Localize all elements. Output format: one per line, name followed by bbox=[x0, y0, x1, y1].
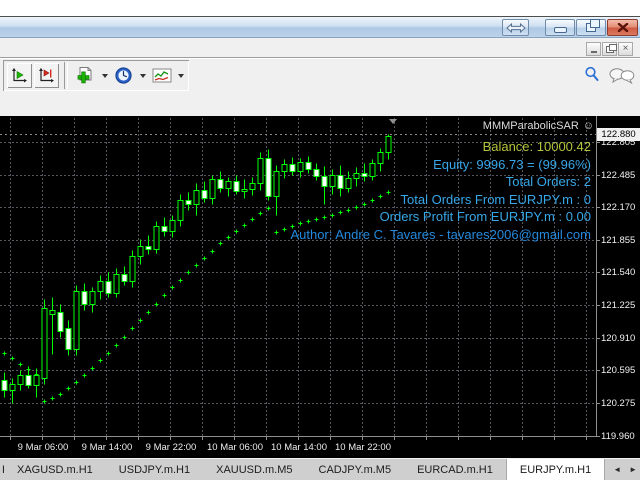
compare-windows-button[interactable] bbox=[502, 19, 529, 36]
overlay-line: Equity: 9996.73 = (99.96%) bbox=[433, 156, 591, 172]
magnifier-icon bbox=[585, 66, 599, 81]
time-label: 9 Mar 14:00 bbox=[81, 442, 133, 453]
window-top-strip bbox=[0, 0, 640, 16]
price-label: 120.910 bbox=[601, 332, 636, 344]
tab-usdjpy.m.h1[interactable]: USDJPY.m.H1 bbox=[106, 459, 203, 480]
periods-clock-icon bbox=[115, 67, 132, 84]
periods-dropdown[interactable] bbox=[137, 63, 148, 88]
price-label: 120.275 bbox=[601, 397, 636, 409]
overlay-line: Total Orders: 2 bbox=[505, 174, 591, 189]
double-arrow-icon bbox=[505, 22, 526, 33]
overlay-line: Orders Profit From EURJPY.m : 0.00 bbox=[379, 209, 591, 224]
chart-minimize-icon bbox=[590, 51, 597, 53]
tab-xagusd.m.h1[interactable]: XAGUSD.m.H1 bbox=[4, 459, 106, 480]
indicator-label: MMMParabolicSAR ☺ bbox=[483, 120, 594, 132]
chart-toolbar bbox=[3, 60, 189, 91]
close-button[interactable] bbox=[607, 19, 638, 36]
restore-icon bbox=[586, 19, 600, 32]
overlay-line: Total Orders From EURJPY.m : 0 bbox=[400, 191, 591, 207]
price-label: 121.540 bbox=[601, 266, 636, 278]
time-label: 9 Mar 22:00 bbox=[145, 442, 197, 453]
new-order-icon bbox=[77, 67, 92, 84]
minimize-button[interactable] bbox=[545, 19, 575, 36]
chart-close-button[interactable]: × bbox=[618, 42, 633, 56]
price-label: 120.595 bbox=[601, 364, 636, 376]
price-label: 122.170 bbox=[601, 201, 636, 213]
chart-restore-icon bbox=[605, 43, 617, 53]
restore-button[interactable] bbox=[576, 19, 606, 36]
periods-button[interactable] bbox=[111, 63, 136, 88]
autoscroll-icon bbox=[12, 68, 27, 83]
title-bar[interactable] bbox=[0, 16, 640, 38]
indicators-dropdown[interactable] bbox=[175, 63, 186, 88]
toolbar-area: × bbox=[0, 38, 640, 116]
chart-tab-bar: H1XAGUSD.m.H1USDJPY.m.H1XAUUSD.m.M5CADJP… bbox=[0, 458, 640, 480]
minimize-icon bbox=[553, 27, 567, 33]
time-label: 10 Mar 22:00 bbox=[335, 442, 391, 453]
tab-eurcad.m.h1[interactable]: EURCAD.m.H1 bbox=[404, 459, 506, 480]
toolbar-top-divider bbox=[0, 57, 640, 59]
price-label: 121.225 bbox=[601, 299, 636, 311]
indicators-icon bbox=[152, 68, 171, 83]
price-label: 119.960 bbox=[601, 430, 635, 442]
price-label: 121.855 bbox=[601, 234, 636, 246]
time-label: 10 Mar 14:00 bbox=[271, 442, 327, 453]
tab-scroll-arrows: ◄ ► bbox=[605, 459, 640, 480]
chart-close-icon: × bbox=[622, 43, 629, 54]
tab-scroll-right-icon[interactable]: ► bbox=[629, 465, 637, 474]
new-order-dropdown[interactable] bbox=[99, 63, 110, 88]
indicators-button[interactable] bbox=[149, 63, 174, 88]
chart-minimize-button[interactable] bbox=[586, 42, 601, 56]
zoom-button[interactable] bbox=[583, 64, 601, 84]
toolbar-separator bbox=[64, 62, 68, 89]
smiley-icon: ☺ bbox=[582, 120, 594, 132]
close-icon bbox=[617, 23, 628, 32]
price-label: 122.485 bbox=[601, 169, 636, 181]
new-order-button[interactable] bbox=[73, 63, 98, 88]
chart-restore-button[interactable] bbox=[602, 42, 617, 56]
chart-shift-marker bbox=[389, 119, 397, 124]
chat-bubbles-icon bbox=[609, 67, 635, 84]
chart-window[interactable]: MMMParabolicSAR ☺ Balance: 10000.42 Equity… bbox=[0, 116, 640, 458]
community-button[interactable] bbox=[608, 66, 636, 84]
overlay-line: Balance: 10000.42 bbox=[482, 139, 591, 154]
overlay-line: Author: Andre C. Tavares - tavares2006@g… bbox=[290, 226, 591, 242]
current-price-box: 122.880 bbox=[597, 127, 640, 141]
tab-eurjpy.m.h1-active[interactable]: EURJPY.m.H1 bbox=[505, 459, 606, 480]
chart-shift-icon bbox=[39, 68, 54, 83]
time-label: 9 Mar 06:00 bbox=[17, 442, 69, 453]
tab-cadjpy.m.m5[interactable]: CADJPY.m.M5 bbox=[306, 459, 405, 480]
tab-scroll-left-icon[interactable]: ◄ bbox=[613, 465, 621, 474]
chart-shift-button[interactable] bbox=[34, 63, 59, 88]
autoscroll-button[interactable] bbox=[7, 63, 32, 88]
tab-xauusd.m.m5[interactable]: XAUUSD.m.M5 bbox=[203, 459, 305, 480]
indicator-name: MMMParabolicSAR bbox=[482, 120, 579, 132]
time-label: 10 Mar 06:00 bbox=[207, 442, 263, 453]
